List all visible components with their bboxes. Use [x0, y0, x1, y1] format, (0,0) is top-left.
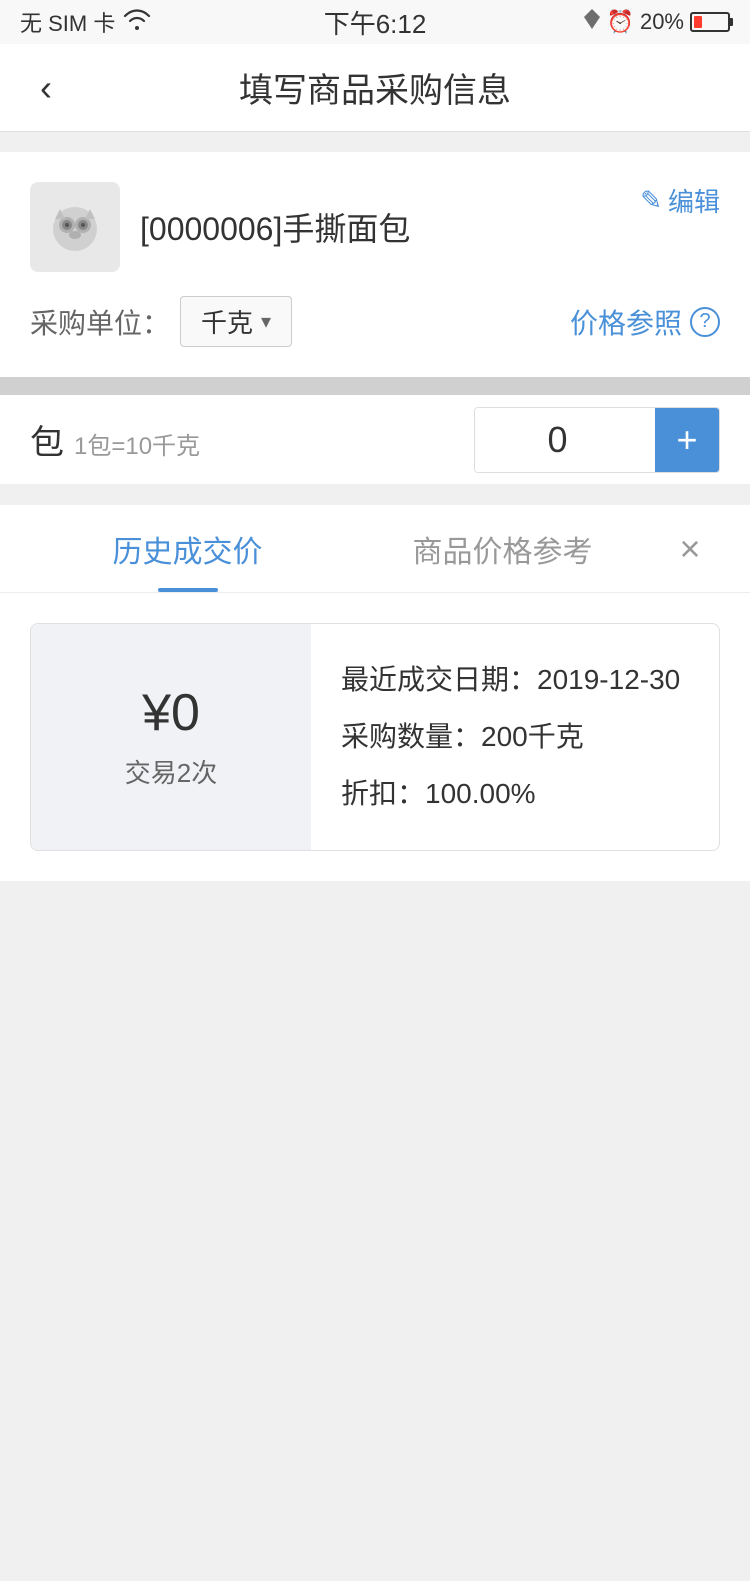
- status-left: 无 SIM 卡: [20, 6, 151, 38]
- quantity-row: 包 1包=10千克 +: [0, 395, 750, 485]
- history-trades: 交易2次: [125, 753, 217, 790]
- edit-icon: ✎: [640, 185, 662, 216]
- alarm-icon: ⏰: [607, 9, 634, 35]
- quantity-input-wrap: +: [474, 407, 720, 473]
- status-right: ⏰ 20%: [583, 8, 730, 36]
- history-list: ¥0 交易2次 最近成交日期：2019-12-30 采购数量：200千克 折扣：…: [0, 593, 750, 881]
- history-card-left: ¥0 交易2次: [31, 624, 311, 850]
- history-card: ¥0 交易2次 最近成交日期：2019-12-30 采购数量：200千克 折扣：…: [30, 623, 720, 851]
- pkg-sub-label: 1包=10千克: [74, 426, 200, 461]
- discount-label: 折扣：: [341, 778, 425, 809]
- unit-label: 采购单位：: [30, 302, 170, 342]
- pkg-label: 包: [30, 415, 64, 464]
- wifi-icon: [123, 8, 151, 36]
- battery-icon: [690, 12, 730, 32]
- unit-left: 采购单位： 千克 ▾: [30, 296, 292, 347]
- history-price: ¥0: [142, 683, 200, 743]
- qty-label: 采购数量：: [341, 721, 481, 752]
- product-image: [30, 182, 120, 272]
- quantity-plus-button[interactable]: +: [655, 408, 719, 472]
- product-name: [0000006]手撕面包: [140, 204, 410, 250]
- section-divider: [0, 377, 750, 395]
- main-content-area: [0, 881, 750, 1581]
- unit-select[interactable]: 千克 ▾: [180, 296, 292, 347]
- qty-value: 200千克: [481, 721, 584, 752]
- history-date-row: 最近成交日期：2019-12-30: [341, 660, 689, 699]
- tab-history-price[interactable]: 历史成交价: [30, 505, 345, 592]
- status-time: 下午6:12: [324, 4, 427, 41]
- price-ref-label: 价格参照: [570, 302, 682, 342]
- battery-fill: [694, 16, 702, 28]
- location-icon: [583, 8, 601, 36]
- tab-bar: 历史成交价 商品价格参考 ×: [0, 505, 750, 593]
- product-thumbnail-icon: [45, 197, 105, 257]
- history-discount-row: 折扣：100.00%: [341, 774, 689, 813]
- unit-value: 千克: [201, 303, 253, 340]
- tab-history-label: 历史成交价: [113, 527, 263, 571]
- question-icon: ?: [690, 307, 720, 337]
- date-label: 最近成交日期：: [341, 664, 537, 695]
- product-header: [0000006]手撕面包 ✎ 编辑: [30, 182, 720, 272]
- quantity-label: 包 1包=10千克: [30, 415, 200, 464]
- quantity-input[interactable]: [475, 408, 655, 472]
- history-card-right: 最近成交日期：2019-12-30 采购数量：200千克 折扣：100.00%: [311, 624, 719, 850]
- price-reference-button[interactable]: 价格参照 ?: [570, 302, 720, 342]
- tab-price-reference[interactable]: 商品价格参考: [345, 505, 660, 592]
- carrier-label: 无 SIM 卡: [20, 6, 115, 38]
- history-qty-row: 采购数量：200千克: [341, 717, 689, 756]
- product-card: [0000006]手撕面包 ✎ 编辑 采购单位： 千克 ▾ 价格参照 ?: [0, 152, 750, 377]
- price-value: 0: [171, 684, 200, 742]
- product-left: [0000006]手撕面包: [30, 182, 410, 272]
- page-title: 填写商品采购信息: [239, 63, 511, 112]
- tab-price-ref-label: 商品价格参考: [413, 527, 593, 571]
- discount-value: 100.00%: [425, 778, 536, 809]
- back-button[interactable]: ‹: [30, 57, 62, 119]
- tab-panel: 历史成交价 商品价格参考 × ¥0 交易2次 最近成交日期：2019-12-30…: [0, 505, 750, 881]
- nav-bar: ‹ 填写商品采购信息: [0, 44, 750, 132]
- tab-active-indicator: [158, 588, 218, 592]
- date-value: 2019-12-30: [537, 664, 680, 695]
- status-bar: 无 SIM 卡 下午6:12 ⏰ 20%: [0, 0, 750, 44]
- battery-percent: 20%: [640, 9, 684, 35]
- dropdown-arrow-icon: ▾: [261, 309, 271, 334]
- product-unit-row: 采购单位： 千克 ▾ 价格参照 ?: [30, 296, 720, 347]
- price-symbol: ¥: [142, 684, 171, 742]
- edit-button[interactable]: ✎ 编辑: [640, 182, 720, 219]
- edit-label: 编辑: [668, 182, 720, 219]
- tab-close-button[interactable]: ×: [660, 519, 720, 579]
